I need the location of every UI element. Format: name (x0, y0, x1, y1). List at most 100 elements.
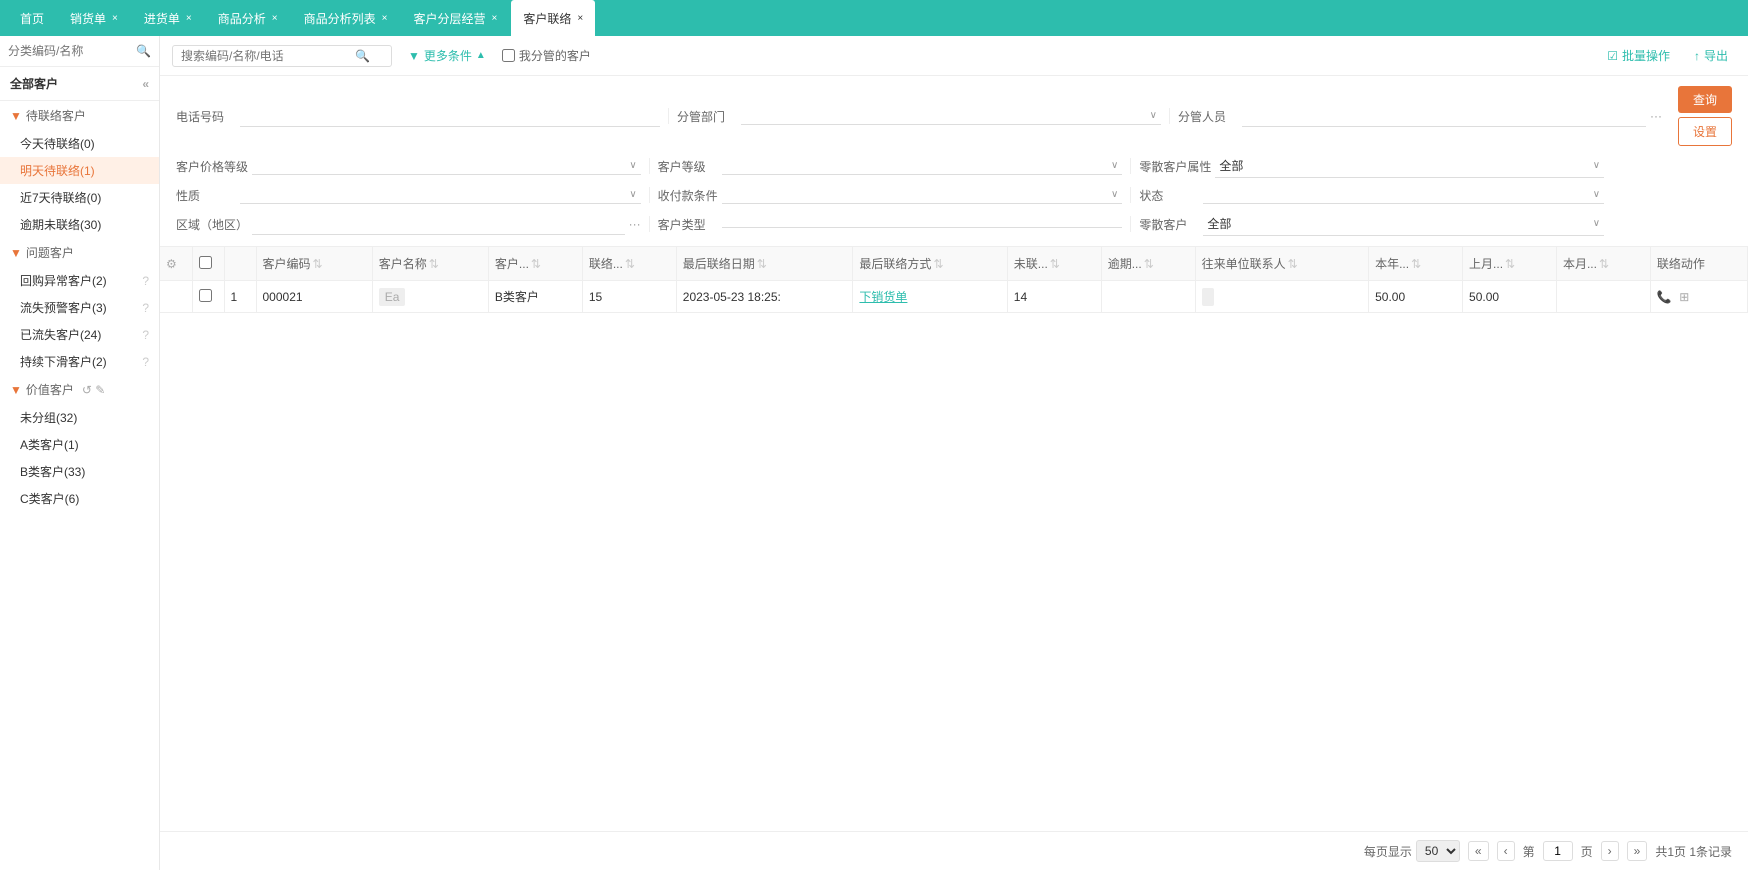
sidebar-item-ungroup[interactable]: 未分组(32) (0, 404, 159, 431)
my-customers-checkbox-wrap[interactable]: 我分管的客户 (502, 47, 591, 64)
sidebar-item-today[interactable]: 今天待联络(0) (0, 130, 159, 157)
reset-btn[interactable]: 设置 (1678, 117, 1732, 146)
col-this-year[interactable]: 本年... ⇅ (1369, 247, 1463, 281)
nav-customer-contact[interactable]: 客户联络 × (511, 0, 595, 36)
filter-manager: 分管人员 ··· (1178, 106, 1662, 127)
sidebar-item-churned[interactable]: 已流失客户(24) ? (0, 321, 159, 348)
dept-select[interactable]: ∨ (741, 107, 1161, 125)
page-number-input[interactable] (1543, 841, 1573, 861)
nav-purchase-close[interactable]: × (186, 13, 192, 24)
value-edit-icons[interactable]: ↺ ✎ (82, 383, 105, 397)
filter-customer-type[interactable]: 客户类型 (658, 216, 1123, 233)
region-input[interactable] (252, 214, 625, 235)
sidebar-item-overdue[interactable]: 逾期未联络(30) (0, 211, 159, 238)
table-gear-icon[interactable]: ⚙ (166, 257, 177, 271)
sidebar-item-7days[interactable]: 近7天待联络(0) (0, 184, 159, 211)
col-unit-contact[interactable]: 往来单位联系人 ⇅ (1195, 247, 1368, 281)
action-phone-icon[interactable]: 📞 (1657, 290, 1672, 304)
sidebar-search-icon[interactable]: 🔍 (136, 44, 151, 58)
customer-table: ⚙ 客户编码 ⇅ (160, 247, 1748, 313)
manager-input[interactable] (1242, 106, 1646, 127)
filter-arrow: ▲ (476, 50, 486, 61)
row-gear (160, 281, 192, 313)
nav-purchase[interactable]: 进货单 × (132, 0, 204, 36)
row-contact: 15 (582, 281, 676, 313)
col-code[interactable]: 客户编码 ⇅ (256, 247, 372, 281)
col-type[interactable]: 客户... ⇅ (488, 247, 582, 281)
sidebar-item-abnormal[interactable]: 回购异常客户(2) ? (0, 267, 159, 294)
row-checkbox[interactable] (192, 281, 224, 313)
page-size-select[interactable]: 50 (1416, 840, 1460, 862)
row-last-method[interactable]: 下销货单 (853, 281, 1007, 313)
phone-input[interactable] (240, 106, 660, 127)
price-grade-select[interactable]: ∨ (252, 157, 641, 175)
sidebar-item-declining[interactable]: 持续下滑客户(2) ? (0, 348, 159, 375)
sort-icon-year: ⇅ (1411, 257, 1421, 271)
nav-sales[interactable]: 销货单 × (58, 0, 130, 36)
manager-more-btn[interactable]: ··· (1650, 109, 1662, 123)
first-page-btn[interactable]: « (1468, 841, 1489, 861)
retail-attr-select[interactable]: 全部 ∨ (1215, 154, 1604, 178)
nav-product-list[interactable]: 商品分析列表 × (292, 0, 400, 36)
row-select[interactable] (199, 289, 212, 302)
nav-sales-close[interactable]: × (112, 13, 118, 24)
next-page-btn[interactable]: › (1601, 841, 1619, 861)
sidebar-item-class-c[interactable]: C类客户(6) (0, 485, 159, 512)
filter-dept[interactable]: 分管部门 ∨ (677, 107, 1161, 125)
nav-product-analysis-close[interactable]: × (272, 13, 278, 24)
col-this-month[interactable]: 本月... ⇅ (1556, 247, 1650, 281)
retail-customer-select[interactable]: 全部 ∨ (1203, 212, 1604, 236)
prev-page-btn[interactable]: ‹ (1497, 841, 1515, 861)
action-grid-icon[interactable]: ⊞ (1679, 290, 1689, 304)
row-action[interactable]: 📞 ⊞ (1650, 281, 1747, 313)
sidebar: 🔍 全部客户 « ▼ 待联络客户 今天待联络(0) 明天待联络(1) 近7天待联… (0, 36, 160, 870)
col-last-date[interactable]: 最后联络日期 ⇅ (676, 247, 853, 281)
gender-select[interactable]: ∨ (240, 186, 641, 204)
sidebar-collapse-icon[interactable]: « (142, 77, 149, 91)
sidebar-search-input[interactable] (8, 44, 132, 58)
nav-customer-segment-close[interactable]: × (491, 13, 497, 24)
filter-pay[interactable]: 收付款条件 ∨ (658, 186, 1123, 204)
sidebar-item-tomorrow[interactable]: 明天待联络(1) (0, 157, 159, 184)
col-uncontacted[interactable]: 未联... ⇅ (1007, 247, 1101, 281)
col-overdue[interactable]: 逾期... ⇅ (1101, 247, 1195, 281)
col-last-month[interactable]: 上月... ⇅ (1463, 247, 1557, 281)
col-name[interactable]: 客户名称 ⇅ (372, 247, 488, 281)
filter-actions: 查询 设置 (1678, 86, 1732, 146)
filter-customer-grade[interactable]: 客户等级 ∨ (658, 157, 1123, 175)
filter-retail-attr[interactable]: 零散客户属性 全部 ∨ (1139, 154, 1604, 178)
col-last-method[interactable]: 最后联络方式 ⇅ (853, 247, 1007, 281)
filter-retail-customer[interactable]: 零散客户 全部 ∨ (1139, 212, 1604, 236)
search-icon[interactable]: 🔍 (355, 49, 370, 63)
filter-more-btn[interactable]: ▼ 更多条件 ▲ (400, 44, 494, 67)
search-input-wrap: 🔍 (172, 45, 392, 67)
my-customers-checkbox[interactable] (502, 49, 515, 62)
last-page-btn[interactable]: » (1627, 841, 1648, 861)
region-more-btn[interactable]: ··· (629, 217, 641, 231)
nav-customer-contact-close[interactable]: × (577, 13, 583, 24)
col-contact[interactable]: 联络... ⇅ (582, 247, 676, 281)
pay-select[interactable]: ∨ (722, 186, 1123, 204)
customer-type-select[interactable] (722, 221, 1123, 228)
batch-op-btn[interactable]: ☑ 批量操作 (1599, 44, 1678, 67)
export-btn[interactable]: ↑ 导出 (1686, 44, 1736, 67)
search-input[interactable] (181, 49, 351, 63)
table-select-all[interactable] (199, 256, 212, 269)
nav-product-list-close[interactable]: × (382, 13, 388, 24)
nav-product-analysis[interactable]: 商品分析 × (206, 0, 290, 36)
filter-price-grade[interactable]: 客户价格等级 ∨ (176, 157, 641, 175)
filter-row-4: 区域（地区） ··· 客户类型 零散客户 全部 ∨ (176, 212, 1732, 236)
sort-icon-overdue: ⇅ (1144, 257, 1154, 271)
nav-customer-segment[interactable]: 客户分层经营 × (401, 0, 509, 36)
sort-icon-date: ⇅ (757, 257, 767, 271)
customer-grade-select[interactable]: ∨ (722, 157, 1123, 175)
sidebar-all-customers[interactable]: 全部客户 « (0, 67, 159, 101)
sidebar-item-class-a[interactable]: A类客户(1) (0, 431, 159, 458)
nav-home[interactable]: 首页 (8, 0, 56, 36)
sidebar-item-churn-warning[interactable]: 流失预警客户(3) ? (0, 294, 159, 321)
filter-gender[interactable]: 性质 ∨ (176, 186, 641, 204)
status-select[interactable]: ∨ (1203, 186, 1604, 204)
sidebar-item-class-b[interactable]: B类客户(33) (0, 458, 159, 485)
query-btn[interactable]: 查询 (1678, 86, 1732, 113)
filter-status[interactable]: 状态 ∨ (1139, 186, 1604, 204)
